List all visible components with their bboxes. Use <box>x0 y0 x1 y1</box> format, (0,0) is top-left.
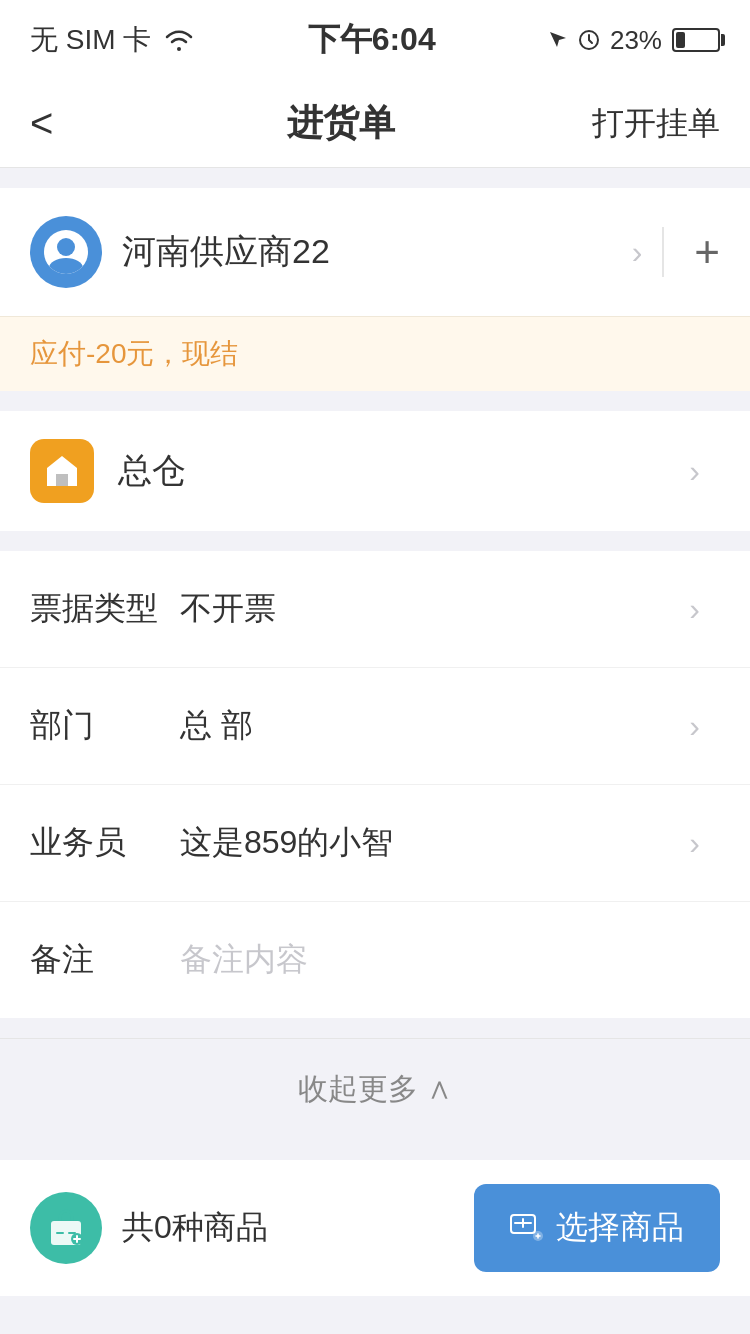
collapse-more-label: 收起更多 ∧ <box>298 1072 451 1105</box>
page-title: 进货单 <box>287 99 395 148</box>
department-chevron-icon: › <box>689 708 700 745</box>
cart-plus-svg <box>510 1214 544 1242</box>
salesperson-chevron-icon: › <box>689 825 700 862</box>
clock-icon <box>578 29 600 51</box>
department-value: 总 部 <box>180 704 689 748</box>
warehouse-chevron-icon: › <box>689 453 700 490</box>
ticket-type-value: 不开票 <box>180 587 689 631</box>
shopping-bag-svg <box>45 1207 87 1249</box>
vertical-divider <box>662 227 664 277</box>
supplier-avatar <box>30 216 102 288</box>
section-gap-1 <box>0 168 750 188</box>
supplier-name: 河南供应商22 <box>122 229 632 275</box>
location-icon <box>548 30 568 50</box>
select-product-label: 选择商品 <box>556 1206 684 1250</box>
salesperson-row[interactable]: 业务员 这是859的小智 › <box>0 785 750 902</box>
status-left: 无 SIM 卡 <box>30 21 195 59</box>
remark-label: 备注 <box>30 938 180 982</box>
warehouse-row[interactable]: 总仓 › <box>0 411 750 531</box>
ticket-type-row[interactable]: 票据类型 不开票 › <box>0 551 750 668</box>
warehouse-icon <box>30 439 94 503</box>
nav-bar: < 进货单 打开挂单 <box>0 80 750 168</box>
supplier-row[interactable]: 河南供应商22 › + <box>0 188 750 316</box>
status-right: 23% <box>548 25 720 56</box>
remark-row[interactable]: 备注 备注内容 <box>0 902 750 1018</box>
product-footer: 共0种商品 选择商品 <box>0 1160 750 1296</box>
department-row[interactable]: 部门 总 部 › <box>0 668 750 785</box>
ticket-type-label: 票据类型 <box>30 587 180 631</box>
open-pending-button[interactable]: 打开挂单 <box>592 102 720 146</box>
select-product-button[interactable]: 选择商品 <box>474 1184 720 1272</box>
warehouse-svg <box>43 452 81 490</box>
info-banner: 应付-20元，现结 <box>0 316 750 391</box>
salesperson-value: 这是859的小智 <box>180 821 689 865</box>
salesperson-label: 业务员 <box>30 821 180 865</box>
carrier-text: 无 SIM 卡 <box>30 21 151 59</box>
department-label: 部门 <box>30 704 180 748</box>
wifi-icon <box>163 29 195 51</box>
svg-rect-1 <box>56 474 68 486</box>
collapse-more-button[interactable]: 收起更多 ∧ <box>0 1038 750 1140</box>
status-bar: 无 SIM 卡 下午6:04 23% <box>0 0 750 80</box>
avatar-inner <box>44 230 88 274</box>
battery-percent: 23% <box>610 25 662 56</box>
warehouse-name: 总仓 <box>118 448 689 494</box>
remark-input[interactable]: 备注内容 <box>180 938 720 982</box>
ticket-type-chevron-icon: › <box>689 591 700 628</box>
product-icon <box>30 1192 102 1264</box>
supplier-chevron-icon: › <box>632 234 643 271</box>
add-supplier-button[interactable]: + <box>694 227 720 277</box>
form-section: 票据类型 不开票 › 部门 总 部 › 业务员 这是859的小智 › 备注 备注… <box>0 551 750 1018</box>
battery-icon <box>672 28 720 52</box>
product-count-label: 共0种商品 <box>122 1206 474 1250</box>
info-text: 应付-20元，现结 <box>30 338 238 369</box>
supplier-section: 河南供应商22 › + 应付-20元，现结 <box>0 188 750 391</box>
back-button[interactable]: < <box>30 101 90 146</box>
status-time: 下午6:04 <box>308 18 436 62</box>
select-product-icon <box>510 1214 544 1242</box>
